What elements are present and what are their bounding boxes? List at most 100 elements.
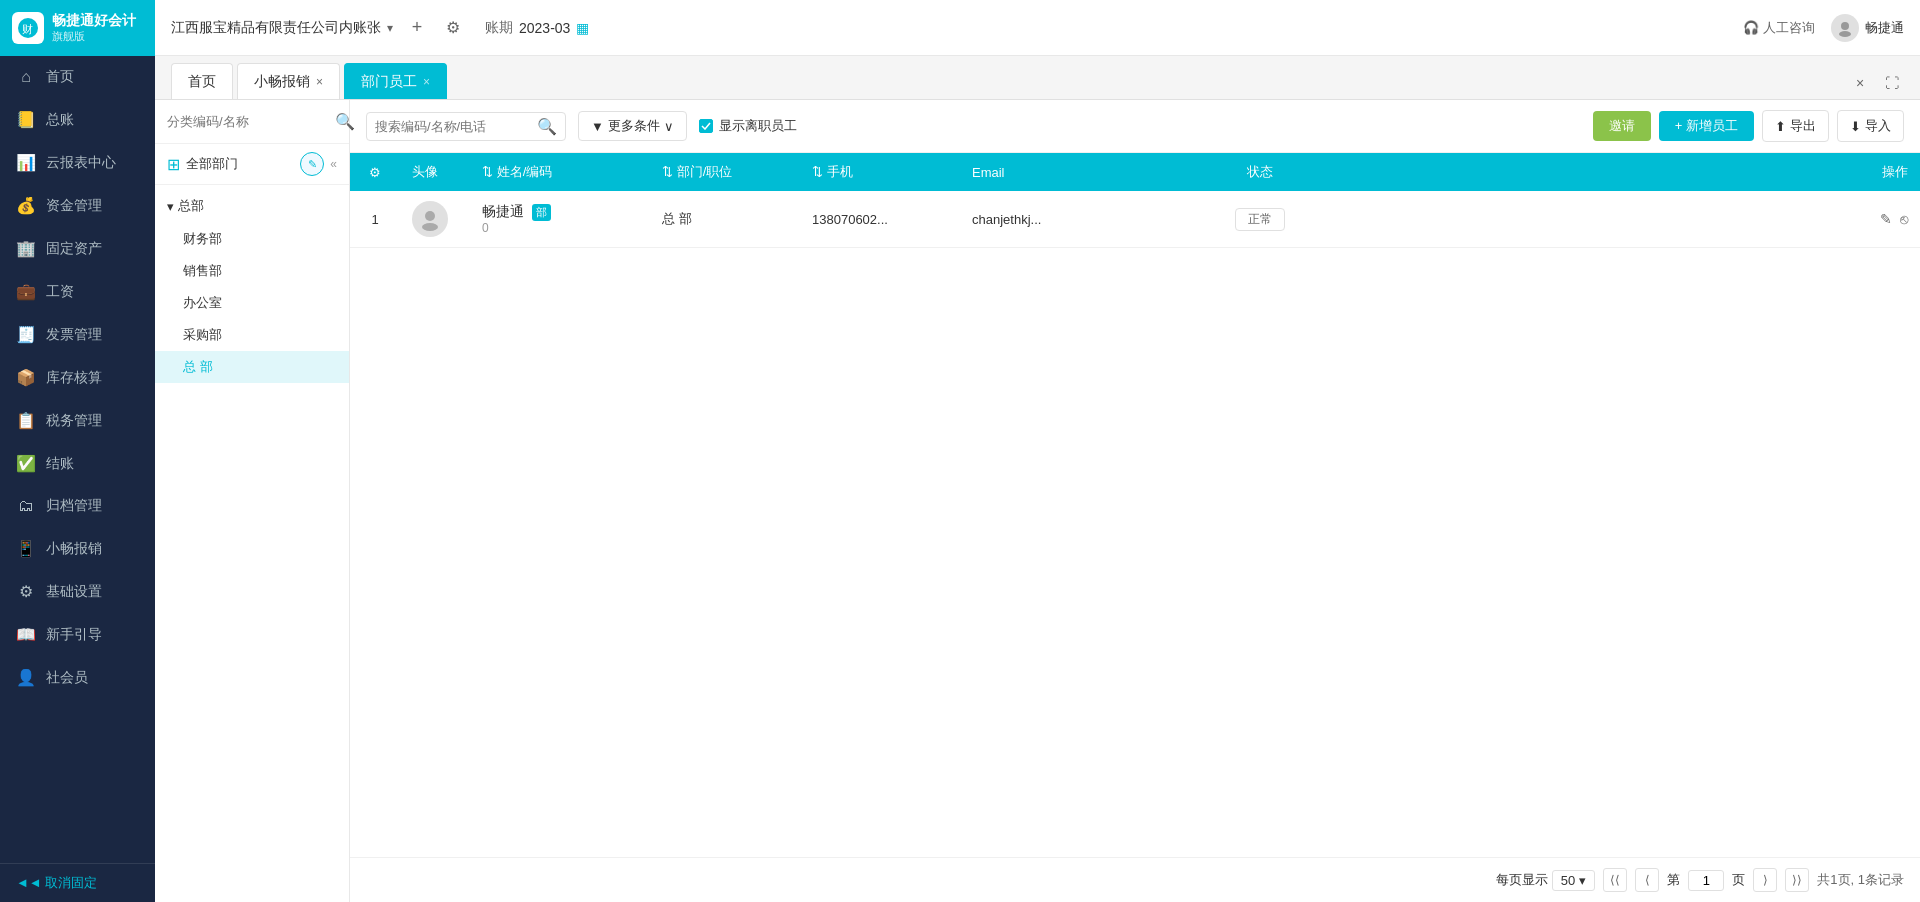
next-page-button[interactable]: ⟩ bbox=[1753, 868, 1777, 892]
sidebar-item-settings[interactable]: ⚙ 基础设置 bbox=[0, 570, 155, 613]
filter-arrow-icon: ∨ bbox=[664, 119, 674, 134]
search-icon[interactable]: 🔍 bbox=[537, 117, 557, 136]
sidebar-item-close-account[interactable]: ✅ 结账 bbox=[0, 442, 155, 485]
sidebar-item-tax[interactable]: 📋 税务管理 bbox=[0, 399, 155, 442]
tab-home[interactable]: 首页 bbox=[171, 63, 233, 99]
dept-zongbu-label: 总 部 bbox=[183, 358, 213, 376]
invite-button[interactable]: 邀请 bbox=[1593, 111, 1651, 141]
sidebar-item-inventory[interactable]: 📦 库存核算 bbox=[0, 356, 155, 399]
tab-dept-label: 部门员工 bbox=[361, 73, 417, 91]
show-resigned-label: 显示离职员工 bbox=[719, 117, 797, 135]
dept-child-caiwu[interactable]: 财务部 bbox=[155, 223, 349, 255]
page-size-selector: 每页显示 50 ▾ bbox=[1496, 870, 1595, 891]
sidebar-item-expense[interactable]: 📱 小畅报销 bbox=[0, 527, 155, 570]
sidebar-item-home[interactable]: ⌂ 首页 bbox=[0, 56, 155, 98]
sidebar-item-fixed-assets[interactable]: 🏢 固定资产 bbox=[0, 227, 155, 270]
col-phone[interactable]: ⇅ 手机 bbox=[800, 153, 960, 191]
assets-icon: 🏢 bbox=[16, 239, 36, 258]
sidebar-item-archive[interactable]: 🗂 归档管理 bbox=[0, 485, 155, 527]
first-page-button[interactable]: ⟨⟨ bbox=[1603, 868, 1627, 892]
col-avatar-label: 头像 bbox=[412, 164, 438, 179]
tab-expense[interactable]: 小畅报销 × bbox=[237, 63, 340, 99]
page-size-label: 每页显示 bbox=[1496, 871, 1548, 889]
last-page-button[interactable]: ⟩⟩ bbox=[1785, 868, 1809, 892]
sidebar-item-funds[interactable]: 💰 资金管理 bbox=[0, 184, 155, 227]
guide-icon: 📖 bbox=[16, 625, 36, 644]
help-button[interactable]: 🎧 人工咨询 bbox=[1743, 19, 1815, 37]
tab-home-label: 首页 bbox=[188, 73, 216, 91]
col-name-label: 姓名/编码 bbox=[497, 164, 553, 179]
sidebar-item-invoice[interactable]: 🧾 发票管理 bbox=[0, 313, 155, 356]
expand-tab-button[interactable]: ⛶ bbox=[1880, 71, 1904, 95]
col-action-label: 操作 bbox=[1882, 164, 1908, 179]
svg-point-4 bbox=[425, 211, 435, 221]
sidebar-item-label: 社会员 bbox=[46, 669, 88, 687]
content-area: 🔍 ⊞ 全部部门 ✎ « ▾ 总部 财务部 销售部 bbox=[155, 100, 1920, 902]
dept-search-input[interactable] bbox=[167, 114, 335, 129]
user-profile[interactable]: 畅捷通 bbox=[1831, 14, 1904, 42]
dept-arrow-down-icon: ▾ bbox=[167, 199, 174, 214]
dept-panel: 🔍 ⊞ 全部部门 ✎ « ▾ 总部 财务部 销售部 bbox=[155, 100, 350, 902]
sidebar-item-label: 结账 bbox=[46, 455, 74, 473]
dept-collapse-button[interactable]: « bbox=[330, 157, 337, 171]
svg-point-3 bbox=[1839, 31, 1851, 37]
dept-child-zongbu[interactable]: 总 部 bbox=[155, 351, 349, 383]
sidebar-item-salary[interactable]: 💼 工资 bbox=[0, 270, 155, 313]
funds-icon: 💰 bbox=[16, 196, 36, 215]
invoice-icon: 🧾 bbox=[16, 325, 36, 344]
col-name[interactable]: ⇅ 姓名/编码 bbox=[470, 153, 650, 191]
sidebar-item-label: 基础设置 bbox=[46, 583, 102, 601]
dept-header-text: 全部部门 bbox=[186, 155, 294, 173]
sidebar-unpin-button[interactable]: ◄◄ 取消固定 bbox=[0, 863, 155, 902]
tab-expense-close[interactable]: × bbox=[316, 75, 323, 89]
dept-child-xiaoshou[interactable]: 销售部 bbox=[155, 255, 349, 287]
add-company-button[interactable]: + bbox=[405, 16, 429, 40]
col-email-label: Email bbox=[972, 165, 1005, 180]
calendar-icon[interactable]: ▦ bbox=[576, 20, 589, 36]
sidebar-item-reports[interactable]: 📊 云报表中心 bbox=[0, 141, 155, 184]
tab-dept-employee[interactable]: 部门员工 × bbox=[344, 63, 447, 99]
dept-child-bangongshi[interactable]: 办公室 bbox=[155, 287, 349, 319]
sidebar-item-guide[interactable]: 📖 新手引导 bbox=[0, 613, 155, 656]
export-button[interactable]: ⬆ 导出 bbox=[1762, 110, 1829, 142]
show-resigned-checkbox[interactable] bbox=[699, 119, 713, 133]
page-number-input[interactable] bbox=[1688, 870, 1724, 891]
col-settings[interactable]: ⚙ bbox=[350, 153, 400, 191]
row-phone-cell: 138070602... bbox=[800, 191, 960, 248]
employee-search-input[interactable] bbox=[375, 119, 531, 134]
tab-dept-close[interactable]: × bbox=[423, 75, 430, 89]
col-dept[interactable]: ⇅ 部门/职位 bbox=[650, 153, 800, 191]
edit-employee-button[interactable]: ✎ bbox=[1880, 211, 1892, 227]
employee-search-box: 🔍 bbox=[366, 112, 566, 141]
dept-child-caigou[interactable]: 采购部 bbox=[155, 319, 349, 351]
dept-edit-button[interactable]: ✎ bbox=[300, 152, 324, 176]
page-size-dropdown[interactable]: 50 ▾ bbox=[1552, 870, 1595, 891]
add-employee-button[interactable]: + 新增员工 bbox=[1659, 111, 1754, 141]
logout-employee-button[interactable]: ⎋ bbox=[1900, 211, 1908, 227]
close-tab-button[interactable]: × bbox=[1848, 71, 1872, 95]
expense-icon: 📱 bbox=[16, 539, 36, 558]
prev-page-button[interactable]: ⟨ bbox=[1635, 868, 1659, 892]
import-button[interactable]: ⬇ 导入 bbox=[1837, 110, 1904, 142]
dept-group-head[interactable]: ▾ 总部 bbox=[155, 189, 349, 223]
topbar-right: 🎧 人工咨询 畅捷通 bbox=[1743, 14, 1904, 42]
period-value[interactable]: 2023-03 bbox=[519, 20, 570, 36]
sidebar-item-member[interactable]: 👤 社会员 bbox=[0, 656, 155, 699]
col-email: Email bbox=[960, 153, 1160, 191]
status-badge: 正常 bbox=[1235, 208, 1285, 231]
ledger-icon: 📒 bbox=[16, 110, 36, 129]
row-status-cell: 正常 bbox=[1160, 191, 1360, 248]
import-icon: ⬇ bbox=[1850, 119, 1861, 134]
sort-icon-phone: ⇅ bbox=[812, 164, 823, 179]
sidebar-item-general-ledger[interactable]: 📒 总账 bbox=[0, 98, 155, 141]
prev-page-icon: ⟨ bbox=[1645, 873, 1650, 887]
topbar-settings-button[interactable]: ⚙ bbox=[441, 16, 465, 40]
show-resigned-toggle[interactable]: 显示离职员工 bbox=[699, 117, 797, 135]
archive-icon: 🗂 bbox=[16, 497, 36, 515]
more-filter-button[interactable]: ▼ 更多条件 ∨ bbox=[578, 111, 687, 141]
dept-group-label: 总部 bbox=[178, 197, 204, 215]
sidebar-item-label: 工资 bbox=[46, 283, 74, 301]
plus-icon: + bbox=[412, 17, 423, 38]
employee-table: ⚙ 头像 ⇅ 姓名/编码 ⇅ 部门/职位 bbox=[350, 153, 1920, 248]
company-selector[interactable]: 江西服宝精品有限责任公司内账张 ▾ bbox=[171, 19, 393, 37]
